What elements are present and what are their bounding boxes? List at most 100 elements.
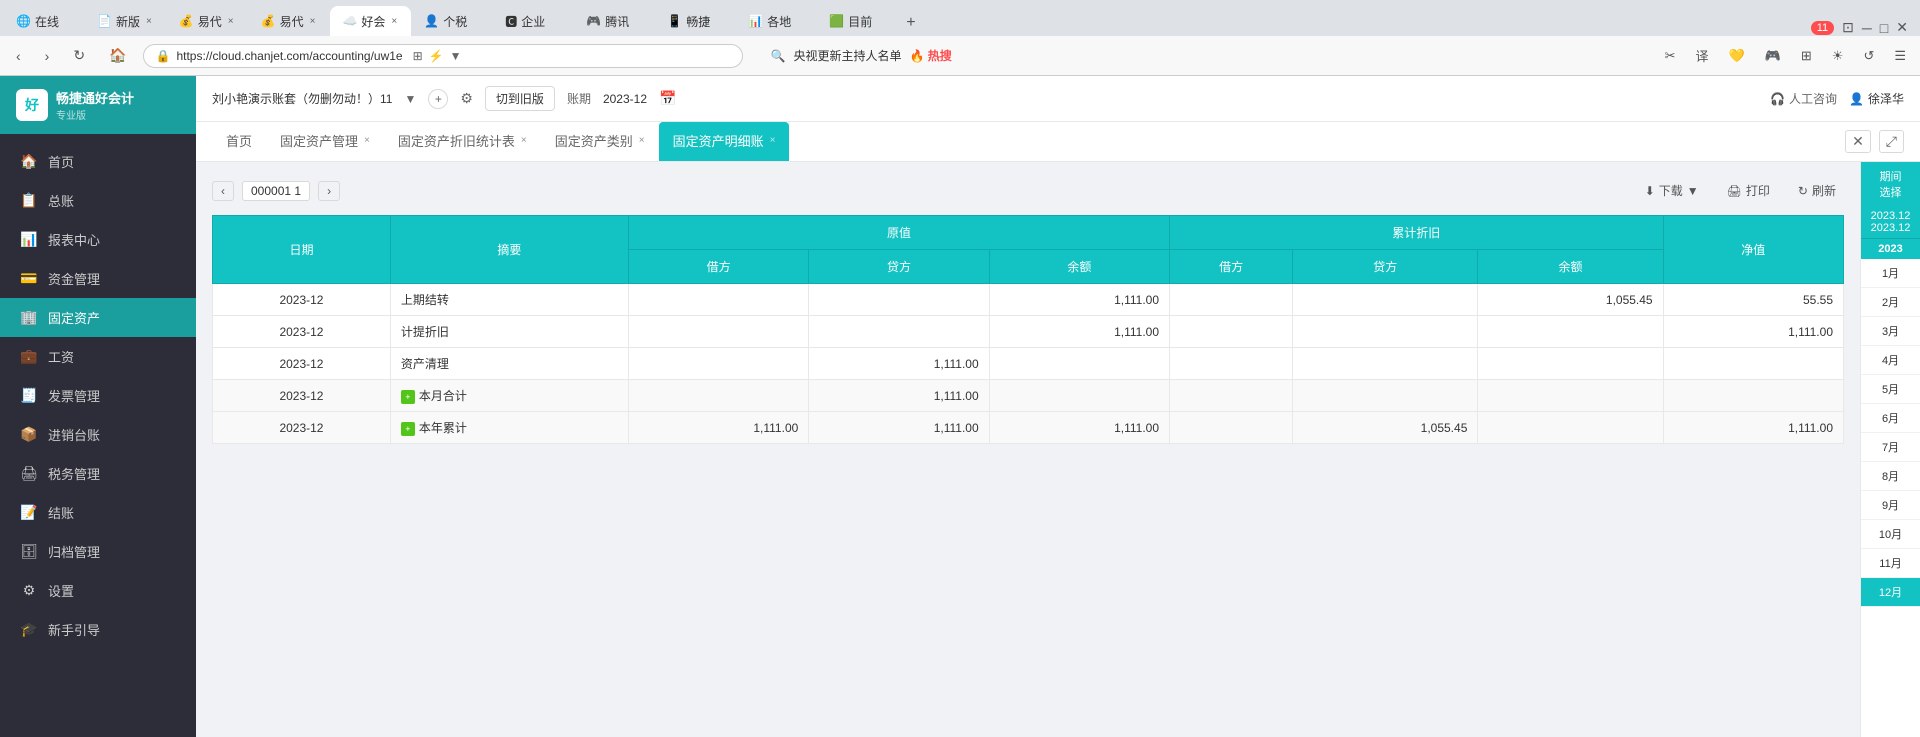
- tab-fixed-asset-detail[interactable]: 固定资产明细账 ×: [659, 122, 790, 161]
- sidebar-item-fixed-assets[interactable]: 🏢 固定资产: [0, 298, 196, 337]
- reload-button[interactable]: ↻: [65, 43, 93, 68]
- dropdown-icon[interactable]: ▼: [450, 49, 462, 63]
- sidebar-item-settlement[interactable]: 📝 结账: [0, 493, 196, 532]
- lightning-icon[interactable]: ⚡: [429, 49, 444, 63]
- wallet-icon[interactable]: 💛: [1723, 44, 1751, 68]
- home-button[interactable]: 🏠: [101, 43, 134, 68]
- sidebar-item-new-guide[interactable]: 🎓 新手引导: [0, 610, 196, 649]
- browser-tab-haohui[interactable]: ☁️ 好会 ×: [330, 6, 411, 36]
- support-button[interactable]: 🎧 人工咨询: [1770, 90, 1837, 107]
- account-settings-icon[interactable]: ⚙: [460, 90, 473, 107]
- tab-expand-icon[interactable]: ⤢: [1879, 130, 1904, 153]
- period-month-item[interactable]: 9月: [1861, 491, 1920, 520]
- history-icon[interactable]: ↺: [1857, 44, 1880, 68]
- grid-icon[interactable]: ⊞: [1795, 44, 1818, 68]
- download-button[interactable]: ⬇ 下载 ▼: [1637, 178, 1707, 203]
- period-month-item[interactable]: 5月: [1861, 375, 1920, 404]
- table-row: 2023-12 +本月合计 1,111.00: [213, 380, 1844, 412]
- cell-accum-credit: [1293, 380, 1478, 412]
- tab-label: 固定资产折旧统计表: [398, 131, 515, 150]
- browser-tab-yidai1[interactable]: 💰 易代 ×: [167, 6, 248, 36]
- tab-close-icon[interactable]: ×: [226, 14, 236, 29]
- back-button[interactable]: ‹: [8, 44, 29, 68]
- search-area: 🔍 央视更新主持人名单 🔥 热搜: [751, 47, 1651, 64]
- next-page-button[interactable]: ›: [318, 181, 340, 201]
- calendar-icon[interactable]: 📅: [659, 90, 676, 107]
- scissors-icon[interactable]: ✂: [1659, 44, 1682, 68]
- period-month-item[interactable]: 12月: [1861, 578, 1920, 607]
- brightness-icon[interactable]: ☀: [1826, 44, 1850, 68]
- browser-tab-yidai2[interactable]: 💰 易代 ×: [249, 6, 330, 36]
- col-orig-credit: 贷方: [809, 250, 989, 284]
- sidebar-item-invoice-mgmt[interactable]: 🧾 发票管理: [0, 376, 196, 415]
- browser-tab-online[interactable]: 🌐 在线: [4, 6, 84, 36]
- cell-summary: +本月合计: [390, 380, 628, 412]
- period-month-item[interactable]: 7月: [1861, 433, 1920, 462]
- period-month-item[interactable]: 3月: [1861, 317, 1920, 346]
- tab-home[interactable]: 首页: [212, 122, 266, 161]
- period-label: 账期: [567, 90, 591, 107]
- period-month-item[interactable]: 11月: [1861, 549, 1920, 578]
- period-year-start[interactable]: 2023.12: [1863, 210, 1918, 222]
- sidebar-item-reports[interactable]: 📊 报表中心: [0, 220, 196, 259]
- prev-page-button[interactable]: ‹: [212, 181, 234, 201]
- refresh-button[interactable]: ↻ 刷新: [1790, 178, 1844, 203]
- logo-icon: 好: [16, 89, 48, 121]
- sidebar-item-payroll[interactable]: 💼 工资: [0, 337, 196, 376]
- sidebar-item-home[interactable]: 🏠 首页: [0, 142, 196, 181]
- maximize-icon[interactable]: □: [1880, 20, 1888, 36]
- add-account-button[interactable]: +: [428, 89, 448, 109]
- sidebar-item-purchase-sale[interactable]: 📦 进销台账: [0, 415, 196, 454]
- sidebar-item-tax-mgmt[interactable]: 🖨 税务管理: [0, 454, 196, 493]
- gamepad-icon[interactable]: 🎮: [1759, 44, 1787, 68]
- browser-tab-muqian[interactable]: 🟩 目前: [817, 6, 897, 36]
- sidebar-item-general-ledger[interactable]: 📋 总账: [0, 181, 196, 220]
- tab-fixed-asset-mgmt[interactable]: 固定资产管理 ×: [266, 122, 384, 161]
- period-month-item[interactable]: 8月: [1861, 462, 1920, 491]
- sidebar-item-archive-mgmt[interactable]: 🗄 归档管理: [0, 532, 196, 571]
- period-month-item[interactable]: 1月: [1861, 259, 1920, 288]
- selected-year[interactable]: 2023: [1878, 243, 1902, 255]
- browser-tab-qiye[interactable]: 🅲 企业: [493, 6, 573, 36]
- print-button[interactable]: 🖨 打印: [1719, 178, 1778, 203]
- new-tab-button[interactable]: +: [898, 10, 923, 36]
- period-year-end[interactable]: 2023.12: [1863, 222, 1918, 234]
- tab-fixed-asset-category[interactable]: 固定资产类别 ×: [541, 122, 659, 161]
- period-month-item[interactable]: 4月: [1861, 346, 1920, 375]
- settlement-icon: 📝: [20, 504, 38, 522]
- browser-tab-changjie[interactable]: 📱 畅捷: [655, 6, 735, 36]
- browser-tab-gedi[interactable]: 📊 各地: [736, 6, 816, 36]
- tab-close-icon[interactable]: ×: [364, 135, 370, 146]
- tab-close-all-icon[interactable]: ✕: [1845, 130, 1871, 153]
- cell-net-value: 1,111.00: [1663, 412, 1843, 444]
- fixed-assets-icon: 🏢: [20, 309, 38, 327]
- minimize-icon[interactable]: ─: [1862, 20, 1872, 36]
- browser-tab-tencent[interactable]: 🎮 腾讯: [574, 6, 654, 36]
- tab-close-icon[interactable]: ×: [521, 135, 527, 146]
- period-month-item[interactable]: 10月: [1861, 520, 1920, 549]
- sidebar-item-fund-mgmt[interactable]: 💳 资金管理: [0, 259, 196, 298]
- translate-icon[interactable]: 译: [1689, 42, 1714, 69]
- forward-button[interactable]: ›: [37, 44, 58, 68]
- period-month-item[interactable]: 6月: [1861, 404, 1920, 433]
- close-window-icon[interactable]: ✕: [1896, 19, 1908, 36]
- tab-close-icon[interactable]: ×: [308, 14, 318, 29]
- browser-tab-geshui[interactable]: 👤 个税: [412, 6, 492, 36]
- user-dropdown-icon[interactable]: ▼: [404, 92, 416, 106]
- user-avatar[interactable]: 👤 徐泽华: [1849, 90, 1904, 107]
- tab-close-icon[interactable]: ×: [770, 135, 776, 146]
- url-bar[interactable]: 🔒 https://cloud.chanjet.com/accounting/u…: [143, 44, 743, 68]
- sidebar-item-settings[interactable]: ⚙ 设置: [0, 571, 196, 610]
- logo-title: 畅捷通好会计: [56, 88, 134, 107]
- switch-to-old-button[interactable]: 切到旧版: [485, 86, 555, 111]
- download-dropdown-icon[interactable]: ▼: [1687, 184, 1699, 198]
- tab-fixed-asset-depreciation[interactable]: 固定资产折旧统计表 ×: [384, 122, 541, 161]
- site-info-icon[interactable]: ⊞: [413, 49, 423, 63]
- period-month-item[interactable]: 2月: [1861, 288, 1920, 317]
- tab-close-icon[interactable]: ×: [144, 14, 154, 29]
- browser-tab-new[interactable]: 📄 新版 ×: [85, 6, 166, 36]
- tab-close-icon[interactable]: ×: [639, 135, 645, 146]
- menu-icon[interactable]: ☰: [1888, 44, 1912, 68]
- tab-close-icon[interactable]: ×: [389, 14, 399, 29]
- restore-icon[interactable]: ⊡: [1842, 19, 1854, 36]
